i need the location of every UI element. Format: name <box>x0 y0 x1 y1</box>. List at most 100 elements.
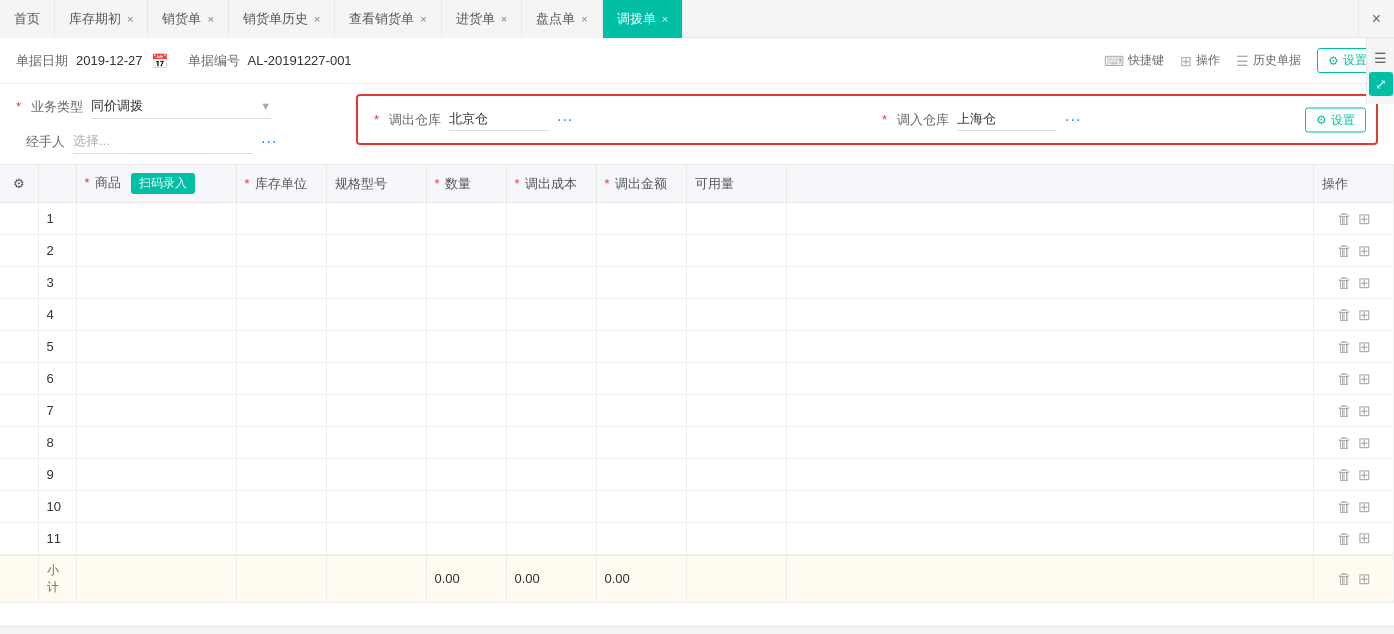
tab-sales-order-close[interactable]: × <box>207 13 213 25</box>
copy-row-icon[interactable]: ⊞ <box>1358 498 1371 516</box>
row-product-cell[interactable] <box>76 395 236 427</box>
tab-view-sales[interactable]: 查看销货单 × <box>335 0 441 38</box>
row-unit-cell[interactable] <box>236 427 326 459</box>
row-qty-cell[interactable] <box>426 331 506 363</box>
subtotal-copy-icon[interactable]: ⊞ <box>1358 570 1371 588</box>
row-qty-cell[interactable] <box>426 459 506 491</box>
row-unit-cell[interactable] <box>236 363 326 395</box>
copy-row-icon[interactable]: ⊞ <box>1358 274 1371 292</box>
handler-dropdown[interactable]: 选择... <box>73 129 253 154</box>
row-spec-cell[interactable] <box>326 395 426 427</box>
in-warehouse-more-icon[interactable]: ··· <box>1065 112 1081 128</box>
row-unit-cell[interactable] <box>236 267 326 299</box>
row-product-cell[interactable] <box>76 331 236 363</box>
copy-row-icon[interactable]: ⊞ <box>1358 466 1371 484</box>
tab-view-sales-close[interactable]: × <box>420 13 426 25</box>
row-amount-cell[interactable] <box>596 491 686 523</box>
row-cost-cell[interactable] <box>506 363 596 395</box>
delete-row-icon[interactable]: 🗑 <box>1337 498 1352 515</box>
delete-row-icon[interactable]: 🗑 <box>1337 530 1352 547</box>
row-unit-cell[interactable] <box>236 203 326 235</box>
row-avail-cell[interactable] <box>686 395 786 427</box>
row-cost-cell[interactable] <box>506 235 596 267</box>
row-avail-cell[interactable] <box>686 331 786 363</box>
row-avail-cell[interactable] <box>686 523 786 555</box>
tab-inventory-init-close[interactable]: × <box>127 13 133 25</box>
row-spec-cell[interactable] <box>326 491 426 523</box>
copy-row-icon[interactable]: ⊞ <box>1358 338 1371 356</box>
tab-purchase[interactable]: 进货单 × <box>442 0 522 38</box>
row-qty-cell[interactable] <box>426 427 506 459</box>
row-product-cell[interactable] <box>76 299 236 331</box>
tab-purchase-close[interactable]: × <box>501 13 507 25</box>
inline-setting-button[interactable]: ⚙ 设置 <box>1305 107 1366 132</box>
sidebar-expand-icon[interactable]: ⤢ <box>1369 72 1393 96</box>
row-cost-cell[interactable] <box>506 427 596 459</box>
delete-row-icon[interactable]: 🗑 <box>1337 338 1352 355</box>
tab-transfer[interactable]: 调拨单 × <box>603 0 683 38</box>
row-avail-cell[interactable] <box>686 427 786 459</box>
row-amount-cell[interactable] <box>596 331 686 363</box>
out-warehouse-value[interactable]: 北京仓 <box>449 108 549 131</box>
row-cost-cell[interactable] <box>506 299 596 331</box>
row-unit-cell[interactable] <box>236 331 326 363</box>
shortcuts-button[interactable]: ⌨ 快捷键 <box>1104 52 1164 69</box>
scan-button[interactable]: 扫码录入 <box>131 173 195 194</box>
row-amount-cell[interactable] <box>596 267 686 299</box>
row-qty-cell[interactable] <box>426 267 506 299</box>
row-product-cell[interactable] <box>76 235 236 267</box>
row-amount-cell[interactable] <box>596 235 686 267</box>
copy-row-icon[interactable]: ⊞ <box>1358 306 1371 324</box>
row-cost-cell[interactable] <box>506 459 596 491</box>
row-cost-cell[interactable] <box>506 523 596 555</box>
copy-row-icon[interactable]: ⊞ <box>1358 529 1371 547</box>
row-qty-cell[interactable] <box>426 299 506 331</box>
copy-row-icon[interactable]: ⊞ <box>1358 370 1371 388</box>
tab-transfer-close[interactable]: × <box>662 13 668 25</box>
row-product-cell[interactable] <box>76 203 236 235</box>
delete-row-icon[interactable]: 🗑 <box>1337 466 1352 483</box>
tab-inventory-count-close[interactable]: × <box>581 13 587 25</box>
row-spec-cell[interactable] <box>326 267 426 299</box>
row-spec-cell[interactable] <box>326 427 426 459</box>
in-warehouse-value[interactable]: 上海仓 <box>957 108 1057 131</box>
row-spec-cell[interactable] <box>326 363 426 395</box>
row-qty-cell[interactable] <box>426 363 506 395</box>
row-product-cell[interactable] <box>76 491 236 523</box>
row-avail-cell[interactable] <box>686 299 786 331</box>
row-amount-cell[interactable] <box>596 395 686 427</box>
row-amount-cell[interactable] <box>596 459 686 491</box>
operations-button[interactable]: ⊞ 操作 <box>1180 52 1220 69</box>
delete-row-icon[interactable]: 🗑 <box>1337 434 1352 451</box>
row-product-cell[interactable] <box>76 267 236 299</box>
row-qty-cell[interactable] <box>426 203 506 235</box>
delete-row-icon[interactable]: 🗑 <box>1337 274 1352 291</box>
biz-type-dropdown[interactable]: 同价调拨 ▼ <box>91 94 271 119</box>
tab-sales-order[interactable]: 销货单 × <box>148 0 228 38</box>
delete-row-icon[interactable]: 🗑 <box>1337 402 1352 419</box>
tab-inventory-init[interactable]: 库存期初 × <box>55 0 148 38</box>
tab-sales-history-close[interactable]: × <box>314 13 320 25</box>
copy-row-icon[interactable]: ⊞ <box>1358 402 1371 420</box>
row-avail-cell[interactable] <box>686 267 786 299</box>
row-cost-cell[interactable] <box>506 491 596 523</box>
row-spec-cell[interactable] <box>326 299 426 331</box>
row-cost-cell[interactable] <box>506 267 596 299</box>
row-spec-cell[interactable] <box>326 235 426 267</box>
row-amount-cell[interactable] <box>596 427 686 459</box>
row-avail-cell[interactable] <box>686 459 786 491</box>
row-product-cell[interactable] <box>76 459 236 491</box>
table-gear-icon[interactable]: ⚙ <box>13 176 25 191</box>
close-all-tabs-button[interactable]: × <box>1358 0 1394 38</box>
history-button[interactable]: ☰ 历史单据 <box>1236 52 1301 69</box>
row-amount-cell[interactable] <box>596 523 686 555</box>
sidebar-list-icon[interactable]: ☰ <box>1369 46 1393 70</box>
copy-row-icon[interactable]: ⊞ <box>1358 210 1371 228</box>
row-qty-cell[interactable] <box>426 491 506 523</box>
row-cost-cell[interactable] <box>506 395 596 427</box>
delete-row-icon[interactable]: 🗑 <box>1337 370 1352 387</box>
out-warehouse-more-icon[interactable]: ··· <box>557 112 573 128</box>
row-cost-cell[interactable] <box>506 331 596 363</box>
row-qty-cell[interactable] <box>426 235 506 267</box>
col-gear[interactable]: ⚙ <box>0 165 38 203</box>
